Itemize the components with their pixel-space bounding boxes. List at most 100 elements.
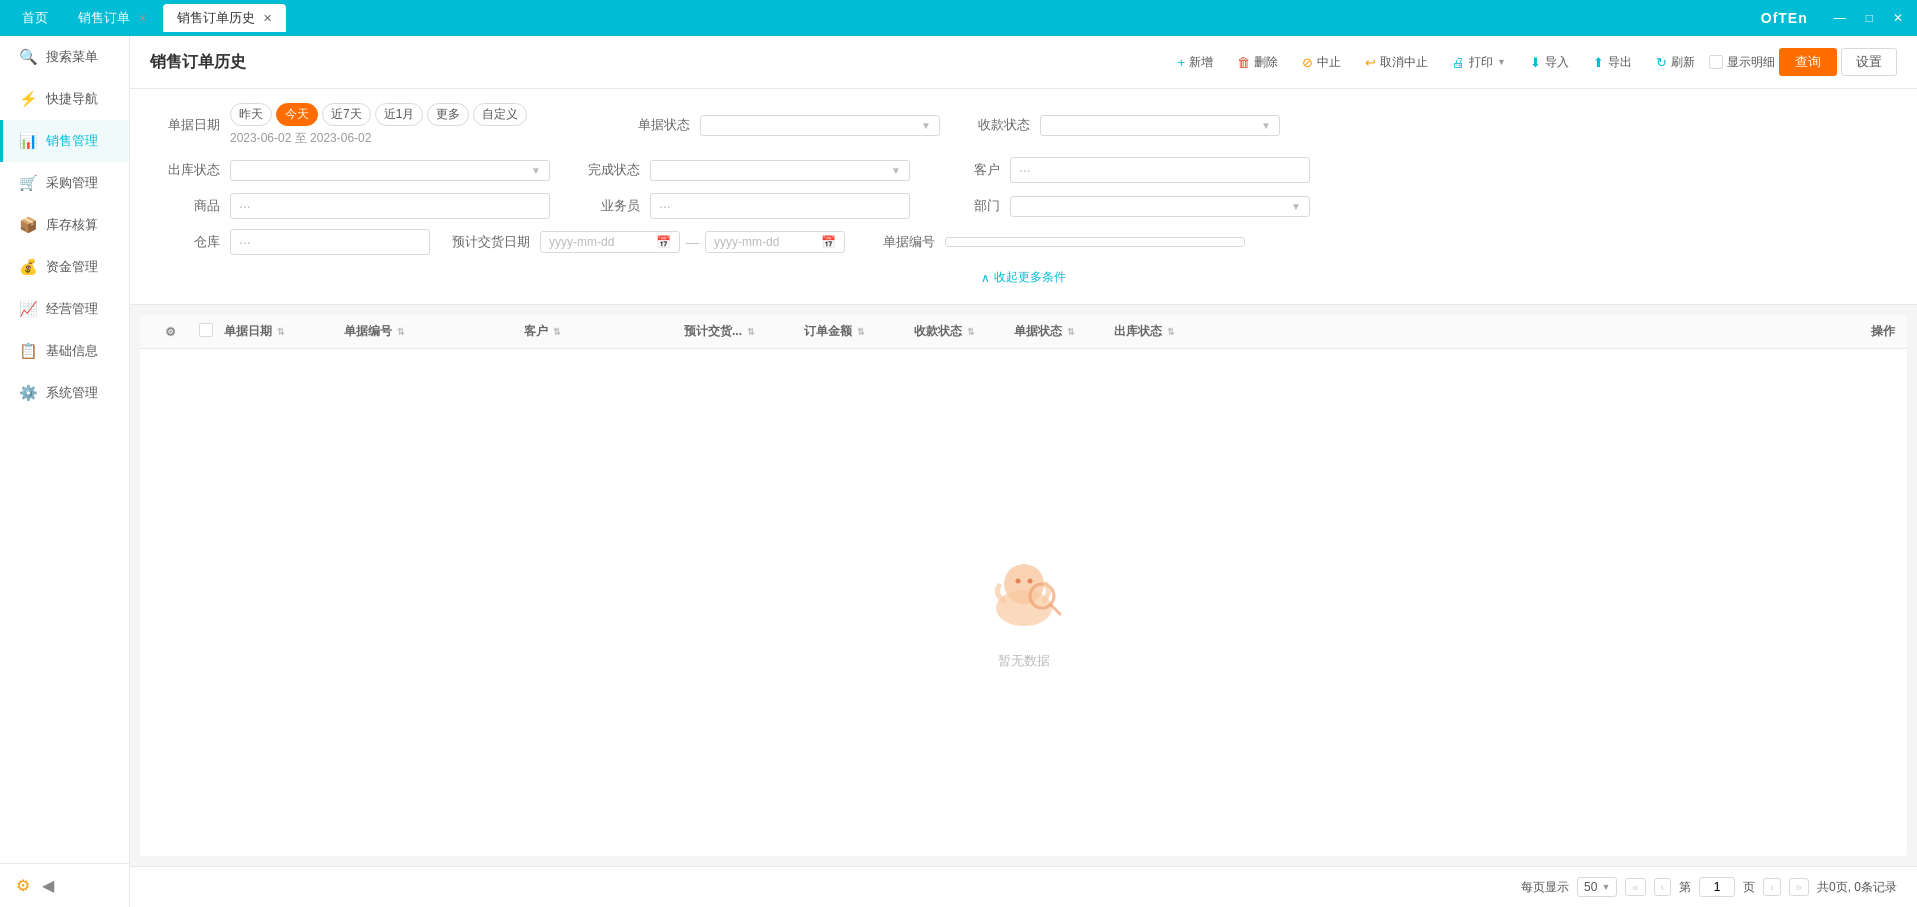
department-select[interactable]: ▼	[1010, 196, 1310, 217]
complete-status-select[interactable]: ▼	[650, 160, 910, 181]
tab-home[interactable]: 首页	[8, 4, 62, 32]
th-customer[interactable]: 客户 ⇅	[524, 323, 684, 340]
order-num-label: 单据编号	[865, 233, 945, 251]
order-num-input[interactable]	[945, 237, 1245, 247]
page-size-label: 每页显示	[1521, 879, 1569, 896]
display-columns-check[interactable]: 显示明细	[1709, 54, 1775, 71]
sidebar: 🔍 搜索菜单 ⚡ 快捷导航 📊 销售管理 🛒 采购管理 📦 库存核算 💰 资金管…	[0, 36, 130, 907]
table-header: ⚙ 单据日期 ⇅ 单据编号 ⇅ 客户 ⇅ 预计交货...	[140, 315, 1907, 349]
calendar-start-icon: 📅	[656, 235, 671, 249]
sidebar-item-quick-nav[interactable]: ⚡ 快捷导航	[0, 78, 129, 120]
sidebar-item-inventory[interactable]: 📦 库存核算	[0, 204, 129, 246]
settings-button[interactable]: 设置	[1841, 48, 1897, 76]
delivery-date-start[interactable]: yyyy-mm-dd 📅	[540, 231, 680, 253]
th-action: 操作	[1214, 323, 1895, 340]
prev-page-btn[interactable]: ‹	[1654, 878, 1672, 896]
date-btn-today[interactable]: 今天	[276, 103, 318, 126]
collapse-row: ∧ 收起更多条件	[150, 265, 1897, 290]
date-btn-7days[interactable]: 近7天	[322, 103, 371, 126]
delivery-date-end[interactable]: yyyy-mm-dd 📅	[705, 231, 845, 253]
collapse-button[interactable]: ∧ 收起更多条件	[981, 265, 1066, 290]
th-checkbox[interactable]	[188, 323, 224, 340]
date-btn-more[interactable]: 更多	[427, 103, 469, 126]
th-pay-status[interactable]: 收款状态 ⇅	[914, 323, 1014, 340]
th-warehouse-status[interactable]: 出库状态 ⇅	[1114, 323, 1214, 340]
order-status-select[interactable]: ▼	[700, 115, 940, 136]
th-number-sort-icon: ⇅	[397, 327, 405, 337]
close-btn[interactable]: ✕	[1887, 9, 1909, 27]
import-label: 导入	[1545, 54, 1569, 71]
tab-sales-order-close[interactable]: ✕	[138, 12, 147, 25]
refresh-label: 刷新	[1671, 54, 1695, 71]
sidebar-item-system[interactable]: ⚙️ 系统管理	[0, 372, 129, 414]
sidebar-settings-btn[interactable]: ⚙	[16, 876, 30, 895]
page-input[interactable]	[1699, 877, 1735, 897]
maximize-btn[interactable]: □	[1860, 9, 1879, 27]
filter-row-2: 出库状态 ▼ 完成状态 ▼ 客户 ···	[150, 157, 1897, 183]
sidebar-item-capital-label: 资金管理	[46, 258, 98, 276]
sidebar-collapse-btn[interactable]: ◀	[42, 876, 54, 895]
warehouse-input[interactable]: ···	[230, 229, 430, 255]
refresh-icon: ↻	[1656, 55, 1667, 70]
display-columns-checkbox[interactable]	[1709, 55, 1723, 69]
last-page-btn[interactable]: »	[1789, 878, 1809, 896]
stop-icon: ⊘	[1302, 55, 1313, 70]
date-btn-custom[interactable]: 自定义	[473, 103, 527, 126]
sidebar-item-operation[interactable]: 📈 经营管理	[0, 288, 129, 330]
department-label: 部门	[930, 197, 1010, 215]
th-date[interactable]: 单据日期 ⇅	[224, 323, 344, 340]
th-delivery[interactable]: 预计交货... ⇅	[684, 323, 804, 340]
date-btn-yesterday[interactable]: 昨天	[230, 103, 272, 126]
export-label: 导出	[1608, 54, 1632, 71]
svg-point-2	[1015, 578, 1020, 583]
sidebar-item-search-menu[interactable]: 🔍 搜索菜单	[0, 36, 129, 78]
payment-status-select[interactable]: ▼	[1040, 115, 1280, 136]
warehouse-status-select[interactable]: ▼	[230, 160, 550, 181]
th-amount[interactable]: 订单金额 ⇅	[804, 323, 914, 340]
print-button[interactable]: 🖨 打印 ▼	[1442, 50, 1516, 75]
page-label: 页	[1743, 879, 1755, 896]
first-page-btn[interactable]: «	[1625, 878, 1645, 896]
tab-sales-order-history[interactable]: 销售订单历史 ✕	[163, 4, 286, 32]
sidebar-item-basic-info[interactable]: 📋 基础信息	[0, 330, 129, 372]
next-page-btn[interactable]: ›	[1763, 878, 1781, 896]
sidebar-item-sales-mgmt[interactable]: 📊 销售管理	[0, 120, 129, 162]
warehouse-status-chevron-icon: ▼	[531, 165, 541, 176]
query-button[interactable]: 查询	[1779, 48, 1837, 76]
minimize-btn[interactable]: —	[1828, 9, 1852, 27]
export-button[interactable]: ⬆ 导出	[1583, 50, 1642, 75]
tab-sales-order[interactable]: 销售订单 ✕	[64, 4, 161, 32]
th-order-status-sort-icon: ⇅	[1067, 327, 1075, 337]
th-warehouse-status-label: 出库状态	[1114, 324, 1162, 338]
import-button[interactable]: ⬇ 导入	[1520, 50, 1579, 75]
sidebar-item-capital[interactable]: 💰 资金管理	[0, 246, 129, 288]
header-checkbox[interactable]	[199, 323, 213, 337]
th-order-status[interactable]: 单据状态 ⇅	[1014, 323, 1114, 340]
add-button[interactable]: + 新增	[1167, 50, 1223, 75]
import-icon: ⬇	[1530, 55, 1541, 70]
th-warehouse-status-sort-icon: ⇅	[1167, 327, 1175, 337]
refresh-button[interactable]: ↻ 刷新	[1646, 50, 1705, 75]
date-btn-1month[interactable]: 近1月	[375, 103, 424, 126]
inventory-icon: 📦	[19, 216, 38, 234]
operation-icon: 📈	[19, 300, 38, 318]
th-delivery-sort-icon: ⇅	[747, 327, 755, 337]
stop-button[interactable]: ⊘ 中止	[1292, 50, 1351, 75]
cancel-stop-button[interactable]: ↩ 取消中止	[1355, 50, 1438, 75]
content-area: 销售订单历史 + 新增 🗑 删除 ⊘ 中止 ↩ 取消中止	[130, 36, 1917, 907]
delete-button[interactable]: 🗑 删除	[1227, 50, 1288, 75]
product-input[interactable]: ···	[230, 193, 550, 219]
page-size-select[interactable]: 50 ▼	[1577, 877, 1617, 897]
department-chevron-icon: ▼	[1291, 201, 1301, 212]
customer-label: 客户	[930, 161, 1010, 179]
tab-sales-order-history-close[interactable]: ✕	[263, 12, 272, 25]
collapse-label: 收起更多条件	[994, 269, 1066, 286]
cancel-stop-icon: ↩	[1365, 55, 1376, 70]
customer-input[interactable]: ···	[1010, 157, 1310, 183]
th-settings[interactable]: ⚙	[152, 325, 188, 339]
salesperson-input[interactable]: ···	[650, 193, 910, 219]
th-number[interactable]: 单据编号 ⇅	[344, 323, 524, 340]
sales-mgmt-icon: 📊	[19, 132, 38, 150]
sidebar-item-purchase-mgmt[interactable]: 🛒 采购管理	[0, 162, 129, 204]
th-date-label: 单据日期	[224, 324, 272, 338]
